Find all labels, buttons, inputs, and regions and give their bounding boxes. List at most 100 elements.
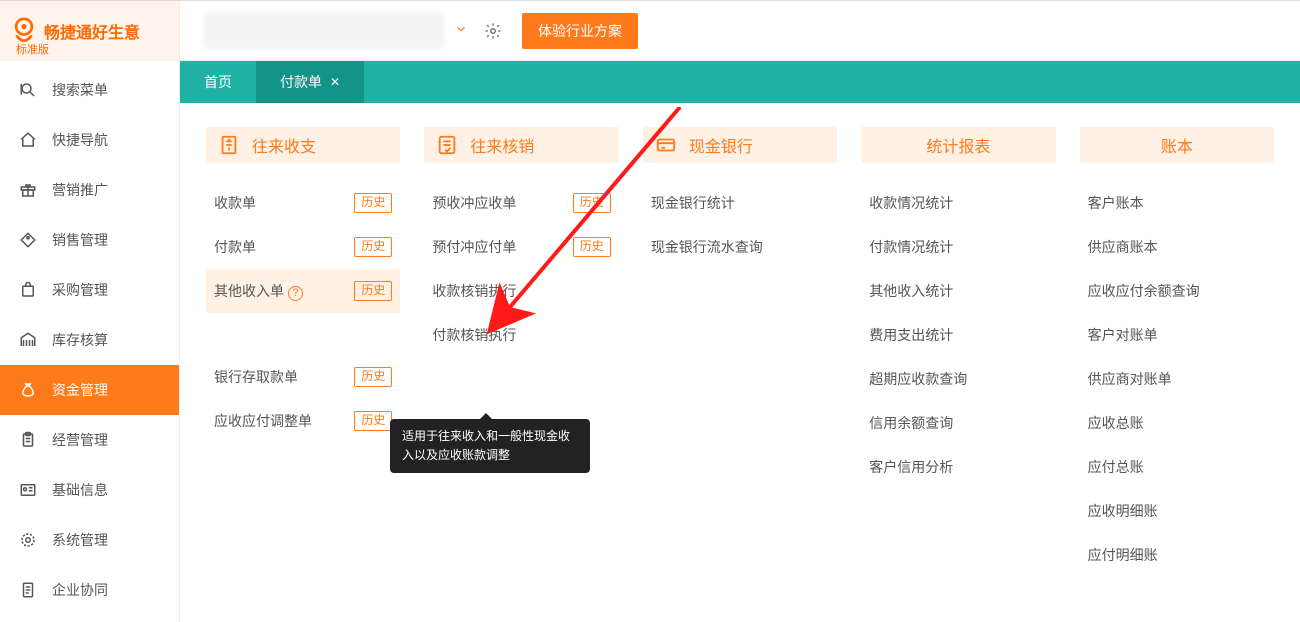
stamp-icon bbox=[436, 134, 458, 156]
tab-payment[interactable]: 付款单 ✕ bbox=[256, 61, 364, 103]
nav-label: 采购管理 bbox=[52, 280, 108, 300]
link-other-income[interactable]: 其他收入单? 历史 bbox=[206, 269, 400, 313]
item-label: 应收应付余额查询 bbox=[1088, 281, 1200, 301]
history-badge[interactable]: 历史 bbox=[354, 411, 392, 431]
col-ledger: 账本 客户账本 供应商账本 应收应付余额查询 客户对账单 供应商对账单 应收总账… bbox=[1080, 127, 1274, 577]
link-payment-verify[interactable]: 付款核销执行 bbox=[424, 313, 618, 357]
nav-sales[interactable]: 销售管理 bbox=[0, 215, 179, 265]
history-badge[interactable]: 历史 bbox=[354, 237, 392, 257]
nav-business[interactable]: 经营管理 bbox=[0, 415, 179, 465]
org-selector[interactable] bbox=[204, 13, 444, 49]
item-label: 其他收入单? bbox=[214, 281, 303, 301]
link-prepay-offset[interactable]: 预付冲应付单 历史 bbox=[424, 225, 618, 269]
close-icon[interactable]: ✕ bbox=[330, 75, 340, 89]
link-ap-summary[interactable]: 应付总账 bbox=[1080, 445, 1274, 489]
chevron-down-icon[interactable] bbox=[454, 22, 468, 39]
money-bag-icon bbox=[18, 380, 38, 400]
col-title: 往来核销 bbox=[470, 133, 534, 157]
item-label: 付款情况统计 bbox=[869, 237, 953, 257]
link-otherincome-stat[interactable]: 其他收入统计 bbox=[861, 269, 1055, 313]
link-cashbank-flow[interactable]: 现金银行流水查询 bbox=[643, 225, 837, 269]
link-ar-summary[interactable]: 应收总账 bbox=[1080, 401, 1274, 445]
item-label: 收款核销执行 bbox=[432, 281, 516, 301]
search-icon bbox=[18, 80, 38, 100]
link-credit-balance[interactable]: 信用余额查询 bbox=[861, 401, 1055, 445]
help-icon[interactable]: ? bbox=[288, 286, 303, 301]
nav-list: 搜索菜单 快捷导航 营销推广 销售管理 采购管理 库存核算 bbox=[0, 61, 179, 615]
tooltip: 适用于往来收入和一般性现金收入以及应收账款调整 bbox=[390, 419, 590, 473]
nav-collab[interactable]: 企业协同 bbox=[0, 565, 179, 615]
gift-icon bbox=[18, 180, 38, 200]
item-label: 客户对账单 bbox=[1088, 325, 1158, 345]
col-title: 账本 bbox=[1161, 133, 1193, 157]
receipt-icon bbox=[218, 134, 240, 156]
brand-subtitle: 标准版 bbox=[16, 41, 49, 57]
history-badge[interactable]: 历史 bbox=[354, 193, 392, 213]
col-title: 现金银行 bbox=[689, 133, 753, 157]
link-customer-statement[interactable]: 客户对账单 bbox=[1080, 313, 1274, 357]
item-label: 超期应收款查询 bbox=[869, 369, 967, 389]
nav-inventory[interactable]: 库存核算 bbox=[0, 315, 179, 365]
history-badge[interactable]: 历史 bbox=[573, 237, 611, 257]
link-expense-stat[interactable]: 费用支出统计 bbox=[861, 313, 1055, 357]
main: 体验行业方案 首页 付款单 ✕ 往来收支 bbox=[180, 1, 1300, 622]
col-header-income: 往来收支 bbox=[206, 127, 400, 163]
link-payment-stat[interactable]: 付款情况统计 bbox=[861, 225, 1055, 269]
nav-label: 搜索菜单 bbox=[52, 80, 108, 100]
clipboard-icon bbox=[18, 430, 38, 450]
link-ap-detail[interactable]: 应付明细账 bbox=[1080, 533, 1274, 577]
link-customer-ledger[interactable]: 客户账本 bbox=[1080, 181, 1274, 225]
history-badge[interactable]: 历史 bbox=[354, 281, 392, 301]
link-receipt-verify[interactable]: 收款核销执行 bbox=[424, 269, 618, 313]
nav-label: 资金管理 bbox=[52, 380, 108, 400]
link-supplier-statement[interactable]: 供应商对账单 bbox=[1080, 357, 1274, 401]
item-label: 应付总账 bbox=[1088, 457, 1144, 477]
link-credit-analysis[interactable]: 客户信用分析 bbox=[861, 445, 1055, 489]
nav-label: 基础信息 bbox=[52, 480, 108, 500]
col-reports: 统计报表 收款情况统计 付款情况统计 其他收入统计 费用支出统计 超期应收款查询… bbox=[861, 127, 1055, 577]
nav-system[interactable]: 系统管理 bbox=[0, 515, 179, 565]
col-header-writeoff: 往来核销 bbox=[424, 127, 618, 163]
link-ar-ap-adjust[interactable]: 应收应付调整单 历史 bbox=[206, 399, 400, 443]
nav-marketing[interactable]: 营销推广 bbox=[0, 165, 179, 215]
link-receipt-stat[interactable]: 收款情况统计 bbox=[861, 181, 1055, 225]
nav-label: 库存核算 bbox=[52, 330, 108, 350]
link-receipt[interactable]: 收款单 历史 bbox=[206, 181, 400, 225]
try-industry-button[interactable]: 体验行业方案 bbox=[522, 13, 638, 49]
link-ar-detail[interactable]: 应收明细账 bbox=[1080, 489, 1274, 533]
home-icon bbox=[18, 130, 38, 150]
link-bank-deposit[interactable]: 银行存取款单 历史 bbox=[206, 355, 400, 399]
link-overdue-query[interactable]: 超期应收款查询 bbox=[861, 357, 1055, 401]
item-label: 应付明细账 bbox=[1088, 545, 1158, 565]
item-label: 现金银行统计 bbox=[651, 193, 735, 213]
tab-label: 首页 bbox=[204, 72, 232, 92]
link-prerec-offset[interactable]: 预收冲应收单 历史 bbox=[424, 181, 618, 225]
link-supplier-ledger[interactable]: 供应商账本 bbox=[1080, 225, 1274, 269]
item-label: 应收总账 bbox=[1088, 413, 1144, 433]
link-payment[interactable]: 付款单 历史 bbox=[206, 225, 400, 269]
item-label: 现金银行流水查询 bbox=[651, 237, 763, 257]
item-label: 信用余额查询 bbox=[869, 413, 953, 433]
item-label: 客户信用分析 bbox=[869, 457, 953, 477]
item-label: 付款单 bbox=[214, 237, 256, 257]
history-badge[interactable]: 历史 bbox=[354, 367, 392, 387]
nav-quicknav[interactable]: 快捷导航 bbox=[0, 115, 179, 165]
link-cashbank-stat[interactable]: 现金银行统计 bbox=[643, 181, 837, 225]
item-label: 应收明细账 bbox=[1088, 501, 1158, 521]
nav-funds[interactable]: 资金管理 bbox=[0, 365, 179, 415]
nav-purchase[interactable]: 采购管理 bbox=[0, 265, 179, 315]
link-arap-balance[interactable]: 应收应付余额查询 bbox=[1080, 269, 1274, 313]
topbar: 体验行业方案 bbox=[180, 1, 1300, 61]
col-title: 往来收支 bbox=[252, 133, 316, 157]
item-label: 费用支出统计 bbox=[869, 325, 953, 345]
history-badge[interactable]: 历史 bbox=[573, 193, 611, 213]
nav-search[interactable]: 搜索菜单 bbox=[0, 65, 179, 115]
col-income-expense: 往来收支 收款单 历史 付款单 历史 其他收入单? 历史 bbox=[206, 127, 400, 577]
gear-icon[interactable] bbox=[484, 22, 502, 40]
col-title: 统计报表 bbox=[926, 133, 990, 157]
tab-home[interactable]: 首页 bbox=[180, 61, 256, 103]
gear-dashed-icon bbox=[18, 530, 38, 550]
nav-basicinfo[interactable]: 基础信息 bbox=[0, 465, 179, 515]
tooltip-text: 适用于往来收入和一般性现金收入以及应收账款调整 bbox=[402, 429, 570, 462]
col-header-reports: 统计报表 bbox=[861, 127, 1055, 163]
